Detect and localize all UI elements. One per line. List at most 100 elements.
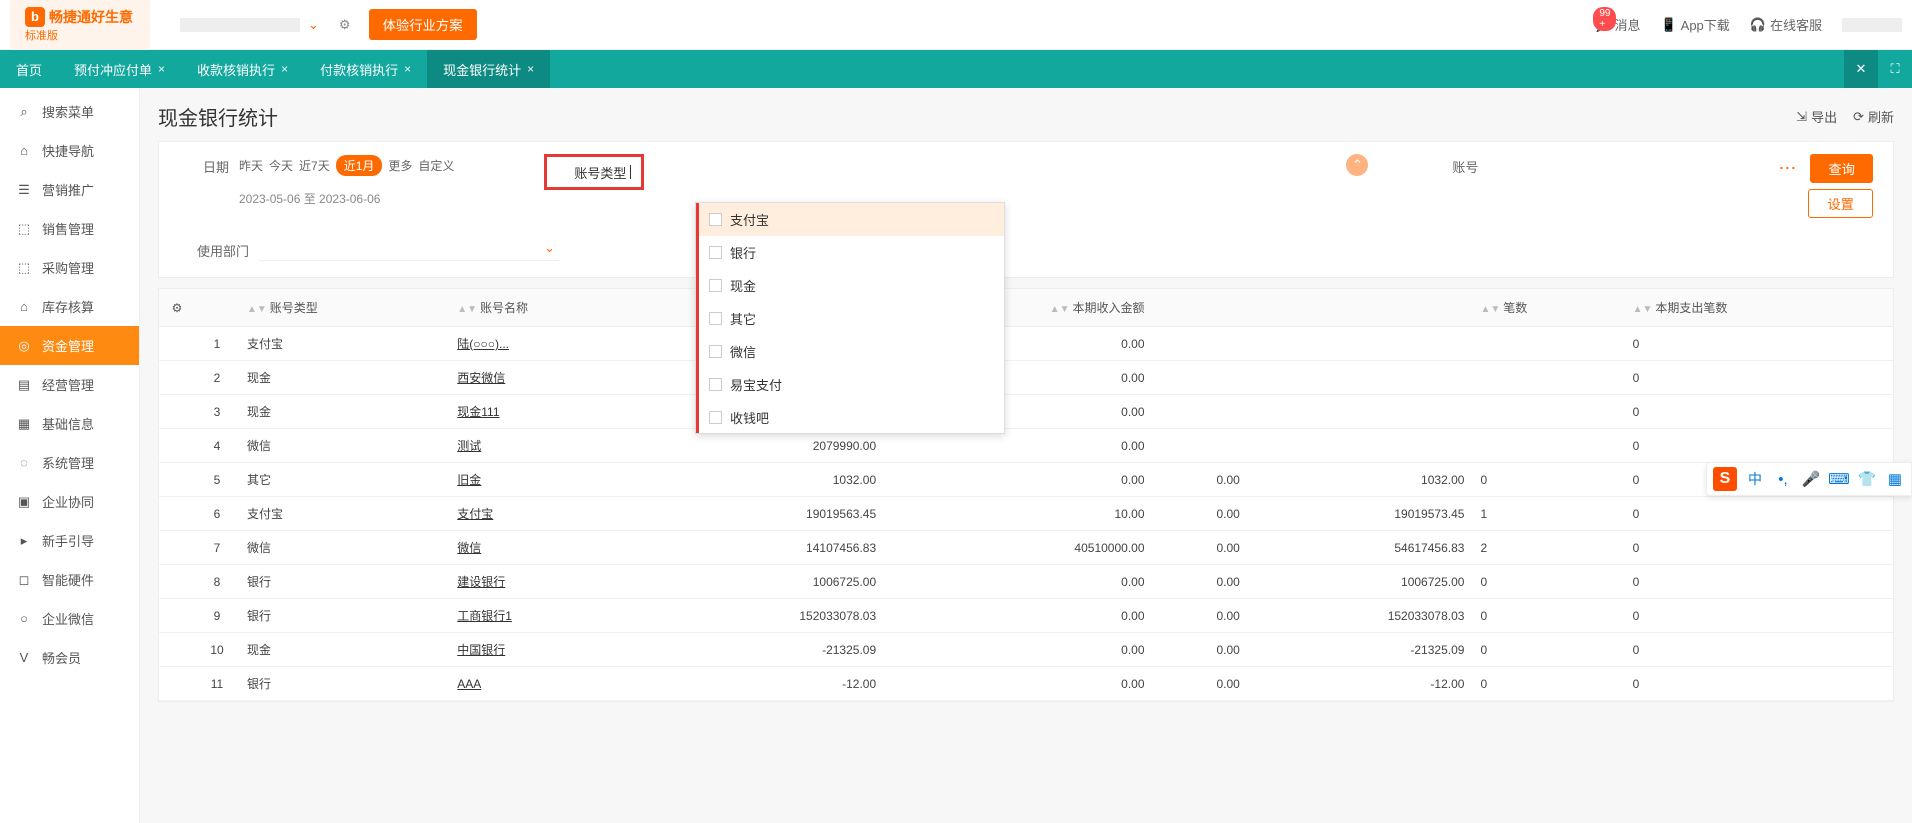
sidebar-item-企业微信[interactable]: ○企业微信 bbox=[0, 599, 139, 638]
sidebar-item-基础信息[interactable]: ▦基础信息 bbox=[0, 404, 139, 443]
dropdown-option-现金[interactable]: 现金 bbox=[699, 269, 1004, 302]
account-link[interactable]: 西安微信 bbox=[457, 371, 505, 385]
row-gear bbox=[159, 565, 195, 599]
sidebar-icon: ⌂ bbox=[16, 299, 32, 314]
ime-punct-icon[interactable]: •, bbox=[1773, 469, 1793, 489]
mic-icon[interactable]: 🎤 bbox=[1801, 469, 1821, 489]
account-link[interactable]: 工商银行1 bbox=[457, 609, 512, 623]
checkbox[interactable] bbox=[709, 213, 722, 226]
sidebar-item-企业协同[interactable]: ▣企业协同 bbox=[0, 482, 139, 521]
dropdown-option-银行[interactable]: 银行 bbox=[699, 236, 1004, 269]
close-icon[interactable]: × bbox=[281, 62, 288, 76]
dropdown-option-收钱吧[interactable]: 收钱吧 bbox=[699, 401, 1004, 433]
col-gear[interactable]: ⚙ bbox=[159, 289, 195, 327]
dropdown-option-支付宝[interactable]: 支付宝 bbox=[699, 203, 1004, 236]
date-chip-自定义[interactable]: 自定义 bbox=[418, 157, 454, 174]
account-link[interactable]: 中国银行 bbox=[457, 643, 505, 657]
messages-link[interactable]: 💬 消息 99 + bbox=[1594, 15, 1640, 34]
checkbox[interactable] bbox=[709, 378, 722, 391]
account-link[interactable]: 支付宝 bbox=[457, 507, 493, 521]
collapse-toggle[interactable]: ⌃ bbox=[1346, 154, 1368, 176]
keyboard-icon[interactable]: ⌨ bbox=[1829, 469, 1849, 489]
col-outcnt[interactable]: ▲▼本期支出笔数 bbox=[1625, 289, 1893, 327]
cell-name: 西安微信 bbox=[449, 361, 659, 395]
checkbox[interactable] bbox=[709, 312, 722, 325]
sidebar-item-畅会员[interactable]: V畅会员 bbox=[0, 638, 139, 677]
account-link[interactable]: 旧金 bbox=[457, 473, 481, 487]
sidebar-item-资金管理[interactable]: ◎资金管理 bbox=[0, 326, 139, 365]
sidebar-item-库存核算[interactable]: ⌂库存核算 bbox=[0, 287, 139, 326]
checkbox[interactable] bbox=[709, 411, 722, 424]
account-link[interactable]: AAA bbox=[457, 677, 481, 691]
settings-button[interactable]: 设置 bbox=[1808, 189, 1873, 218]
dropdown-option-易宝支付[interactable]: 易宝支付 bbox=[699, 368, 1004, 401]
sidebar-item-经营管理[interactable]: ▤经营管理 bbox=[0, 365, 139, 404]
checkbox[interactable] bbox=[709, 345, 722, 358]
account-link[interactable]: 陆(○○○)... bbox=[457, 337, 509, 351]
query-button[interactable]: 查询 bbox=[1810, 154, 1873, 183]
toolbox-icon[interactable]: ▦ bbox=[1885, 469, 1905, 489]
dept-select[interactable]: ⌄ bbox=[259, 236, 559, 261]
table-row: 1支付宝陆(○○○)...-10000.000.000 bbox=[159, 327, 1893, 361]
sidebar-item-新手引导[interactable]: ▸新手引导 bbox=[0, 521, 139, 560]
cell-type: 支付宝 bbox=[239, 327, 449, 361]
tab-close-all-button[interactable]: ✕ bbox=[1844, 50, 1878, 88]
sogou-icon[interactable]: S bbox=[1713, 467, 1737, 491]
date-chip-近7天[interactable]: 近7天 bbox=[299, 157, 330, 174]
tab-收款核销执行[interactable]: 收款核销执行× bbox=[181, 50, 304, 88]
ime-lang[interactable]: 中 bbox=[1745, 469, 1765, 489]
export-button[interactable]: ⇲导出 bbox=[1796, 107, 1837, 126]
company-selector[interactable]: ⌄ bbox=[180, 17, 319, 33]
tab-付款核销执行[interactable]: 付款核销执行× bbox=[304, 50, 427, 88]
sidebar-item-营销推广[interactable]: ☰营销推广 bbox=[0, 170, 139, 209]
close-icon[interactable]: × bbox=[158, 62, 165, 76]
checkbox[interactable] bbox=[709, 279, 722, 292]
close-icon[interactable]: × bbox=[404, 62, 411, 76]
account-number-input[interactable] bbox=[1488, 154, 1748, 155]
tab-首页[interactable]: 首页 bbox=[0, 50, 58, 88]
export-icon: ⇲ bbox=[1796, 109, 1807, 125]
sidebar-item-系统管理[interactable]: ◌系统管理 bbox=[0, 443, 139, 482]
skin-icon[interactable]: 👕 bbox=[1857, 469, 1877, 489]
date-chip-昨天[interactable]: 昨天 bbox=[239, 157, 263, 174]
sidebar-icon: ▤ bbox=[16, 377, 32, 393]
experience-button[interactable]: 体验行业方案 bbox=[369, 9, 477, 40]
user-block[interactable] bbox=[1842, 18, 1902, 32]
cell-type: 现金 bbox=[239, 633, 449, 667]
date-chip-更多[interactable]: 更多 bbox=[388, 157, 412, 174]
app-download-link[interactable]: 📱 App下载 bbox=[1660, 15, 1729, 34]
col-cnt[interactable]: ▲▼笔数 bbox=[1472, 289, 1624, 327]
cell-h2 bbox=[1248, 327, 1473, 361]
sidebar-item-快捷导航[interactable]: ⌂快捷导航 bbox=[0, 131, 139, 170]
date-chip-今天[interactable]: 今天 bbox=[269, 157, 293, 174]
sidebar-item-label: 基础信息 bbox=[42, 414, 94, 433]
tab-预付冲应付单[interactable]: 预付冲应付单× bbox=[58, 50, 181, 88]
sidebar-item-label: 搜索菜单 bbox=[42, 102, 94, 121]
cell-h1: 0.00 bbox=[1153, 531, 1248, 565]
dropdown-option-其它[interactable]: 其它 bbox=[699, 302, 1004, 335]
more-dots-button[interactable]: ⋯ bbox=[1778, 158, 1798, 179]
online-service-link[interactable]: 🎧 在线客服 bbox=[1750, 15, 1822, 34]
row-gear bbox=[159, 429, 195, 463]
close-icon[interactable]: × bbox=[527, 62, 534, 76]
account-link[interactable]: 测试 bbox=[457, 439, 481, 453]
tab-现金银行统计[interactable]: 现金银行统计× bbox=[427, 50, 550, 88]
account-link[interactable]: 建设银行 bbox=[457, 575, 505, 589]
account-type-filter[interactable]: 账号类型 bbox=[544, 154, 644, 190]
sidebar-item-采购管理[interactable]: ⬚采购管理 bbox=[0, 248, 139, 287]
date-chip-近1月[interactable]: 近1月 bbox=[336, 155, 383, 176]
gear-icon[interactable]: ⚙ bbox=[339, 17, 351, 33]
sidebar-item-搜索菜单[interactable]: ⌕搜索菜单 bbox=[0, 92, 139, 131]
account-link[interactable]: 微信 bbox=[457, 541, 481, 555]
fullscreen-button[interactable]: ⛶ bbox=[1878, 50, 1912, 88]
account-link[interactable]: 现金111 bbox=[457, 405, 499, 419]
export-label: 导出 bbox=[1811, 107, 1837, 126]
col-type[interactable]: ▲▼账号类型 bbox=[239, 289, 449, 327]
col-name[interactable]: ▲▼账号名称 bbox=[449, 289, 659, 327]
checkbox[interactable] bbox=[709, 246, 722, 259]
sidebar-item-销售管理[interactable]: ⬚销售管理 bbox=[0, 209, 139, 248]
sidebar-item-智能硬件[interactable]: ◻智能硬件 bbox=[0, 560, 139, 599]
dropdown-option-微信[interactable]: 微信 bbox=[699, 335, 1004, 368]
refresh-button[interactable]: ⟳刷新 bbox=[1853, 107, 1894, 126]
row-index: 7 bbox=[195, 531, 239, 565]
